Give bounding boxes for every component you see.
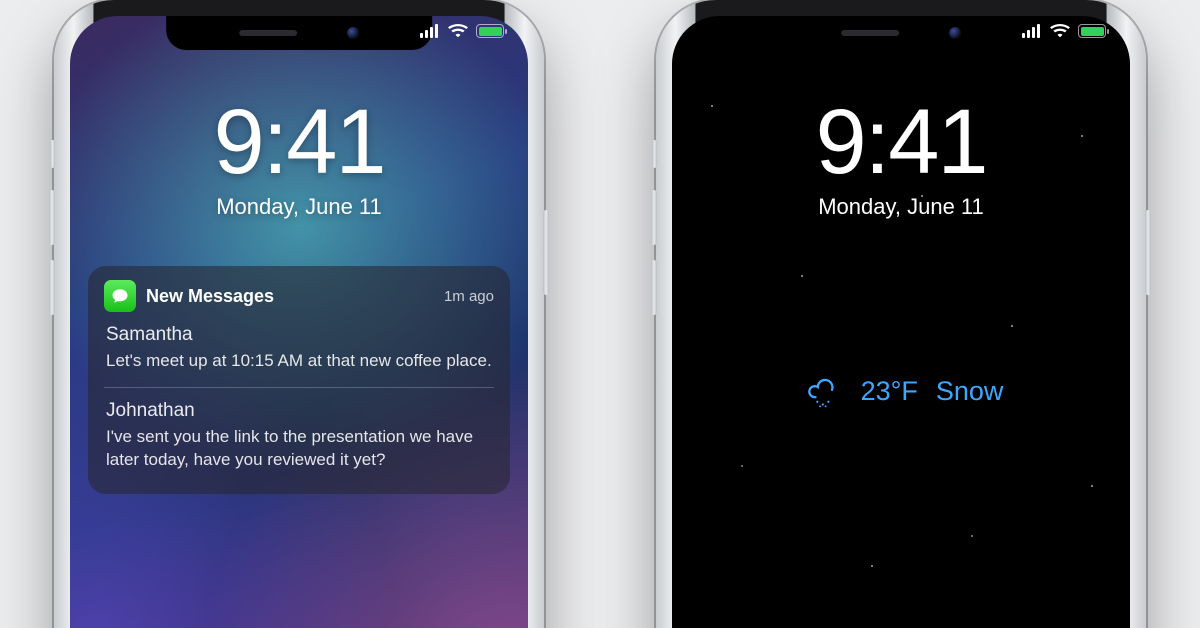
notch (166, 16, 432, 50)
lock-screen-left[interactable]: 9:41 Monday, June 11 New Messages 1m ago… (70, 16, 528, 628)
notification-card[interactable]: New Messages 1m ago Samantha Let's meet … (88, 266, 510, 494)
notch (768, 16, 1034, 50)
lock-screen-right[interactable]: 9:41 Monday, June 11 23°F Snow (672, 16, 1130, 628)
status-bar (420, 24, 504, 38)
message-item[interactable]: Samantha Let's meet up at 10:15 AM at th… (104, 312, 494, 387)
battery-icon (476, 24, 504, 38)
front-camera (949, 27, 961, 39)
weather-widget[interactable]: 23°F Snow (672, 366, 1130, 417)
notification-timestamp: 1m ago (444, 288, 494, 305)
wifi-icon (448, 24, 468, 38)
notification-title: New Messages (146, 286, 434, 307)
lock-clock: 9:41 Monday, June 11 (672, 96, 1130, 220)
messages-app-icon (104, 280, 136, 312)
snow-cloud-icon (799, 366, 843, 417)
weather-condition: Snow (936, 376, 1004, 407)
volume-down-button[interactable] (651, 260, 657, 315)
cellular-signal-icon (1022, 24, 1042, 38)
lock-time: 9:41 (70, 96, 528, 188)
lock-date: Monday, June 11 (672, 194, 1130, 220)
phone-right-frame: 9:41 Monday, June 11 23°F Snow (656, 0, 1146, 628)
lock-clock: 9:41 Monday, June 11 (70, 96, 528, 220)
wifi-icon (1050, 24, 1070, 38)
notification-header: New Messages 1m ago (104, 280, 494, 312)
status-bar (1022, 24, 1106, 38)
message-body: Let's meet up at 10:15 AM at that new co… (106, 350, 492, 373)
volume-up-button[interactable] (651, 190, 657, 245)
volume-down-button[interactable] (49, 260, 55, 315)
battery-icon (1078, 24, 1106, 38)
power-button[interactable] (1145, 210, 1151, 295)
earpiece-speaker (841, 30, 899, 36)
comparison-stage: 9:41 Monday, June 11 New Messages 1m ago… (0, 0, 1200, 628)
message-body: I've sent you the link to the presentati… (106, 426, 492, 472)
mute-switch[interactable] (652, 140, 657, 168)
cellular-signal-icon (420, 24, 440, 38)
message-sender: Johnathan (106, 400, 492, 422)
power-button[interactable] (543, 210, 549, 295)
message-sender: Samantha (106, 324, 492, 346)
lock-date: Monday, June 11 (70, 194, 528, 220)
phone-left-frame: 9:41 Monday, June 11 New Messages 1m ago… (54, 0, 544, 628)
earpiece-speaker (239, 30, 297, 36)
message-item[interactable]: Johnathan I've sent you the link to the … (104, 387, 494, 486)
weather-temp: 23°F (861, 376, 918, 407)
volume-up-button[interactable] (49, 190, 55, 245)
lock-time: 9:41 (672, 96, 1130, 188)
front-camera (347, 27, 359, 39)
mute-switch[interactable] (50, 140, 55, 168)
